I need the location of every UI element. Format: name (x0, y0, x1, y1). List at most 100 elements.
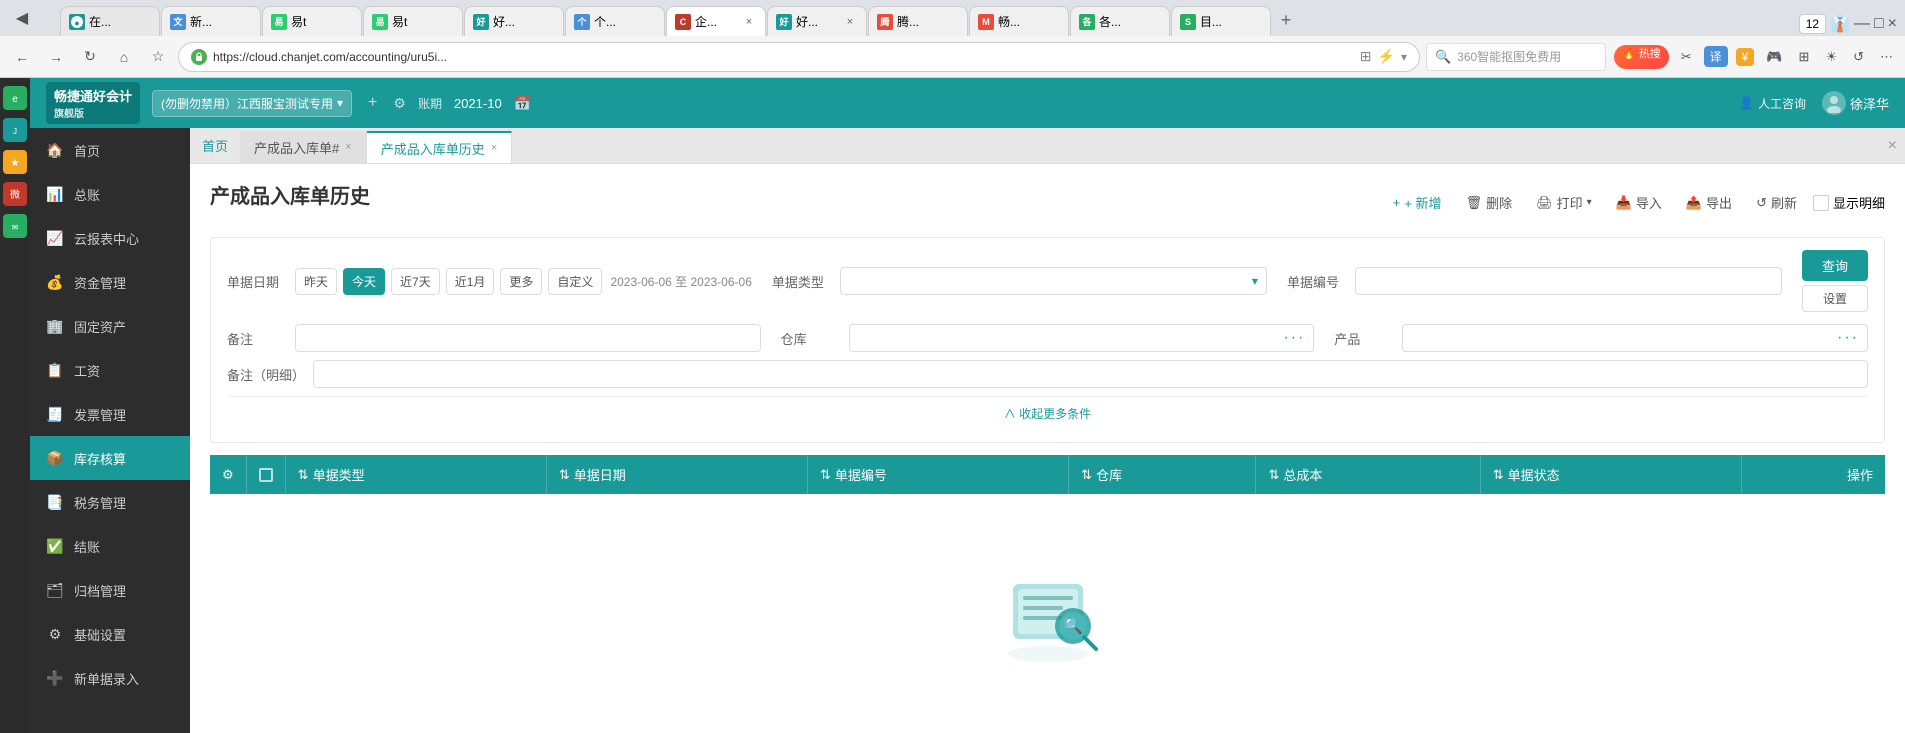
tab-10[interactable]: M 畅... (969, 6, 1069, 36)
hot-search-badge[interactable]: 🔥 热搜 (1614, 45, 1669, 69)
page-tab-history[interactable]: 产成品入库单历史 × (367, 131, 512, 163)
bookmark-button[interactable]: ☆ (144, 43, 172, 71)
maximize-button[interactable]: □ (1874, 15, 1884, 33)
calendar-icon[interactable]: 📅 (514, 95, 531, 112)
sidebar-item-payroll[interactable]: 📋 工资 (30, 348, 190, 392)
search-bar[interactable]: 🔍 360智能抠图免费用 (1426, 43, 1606, 71)
settings-button[interactable]: ⚙ (393, 95, 406, 112)
page-tab-list[interactable]: 产成品入库单# × (240, 131, 367, 163)
tab-4[interactable]: 易 易t (363, 6, 463, 36)
date-btn-yesterday[interactable]: 昨天 (295, 268, 337, 295)
url-bar[interactable]: https://cloud.chanjet.com/accounting/uru… (178, 42, 1420, 72)
col-total-cost[interactable]: ⇅ 总成本 (1256, 455, 1480, 494)
tab-8[interactable]: 好 好... × (767, 6, 867, 36)
sidebar-item-cloud-report[interactable]: 📈 云报表中心 (30, 216, 190, 260)
query-button[interactable]: 查询 (1802, 250, 1868, 281)
breadcrumb-home[interactable]: 首页 (202, 136, 228, 155)
delete-button[interactable]: 🗑 删除 (1458, 189, 1521, 216)
browser-icon-1[interactable]: e (3, 86, 27, 110)
col-gear[interactable]: ⚙ (210, 455, 246, 494)
page-tab-list-close[interactable]: × (345, 141, 351, 153)
tab-11[interactable]: 各 各... (1070, 6, 1170, 36)
sidebar-item-ledger[interactable]: 📊 总账 (30, 172, 190, 216)
browser-icon-4[interactable]: 微 (3, 182, 27, 206)
sidebar-item-fund[interactable]: 💰 资金管理 (30, 260, 190, 304)
sidebar-item-basic-settings[interactable]: ⚙ 基础设置 (30, 612, 190, 656)
col-doc-status[interactable]: ⇅ 单据状态 (1480, 455, 1741, 494)
col-doc-type[interactable]: ⇅ 单据类型 (285, 455, 546, 494)
new-tab-button[interactable]: + (1272, 6, 1300, 34)
remark-input[interactable] (295, 324, 761, 352)
col-doc-no[interactable]: ⇅ 单据编号 (808, 455, 1069, 494)
settings-button-query[interactable]: 设置 (1802, 285, 1868, 312)
back-button[interactable]: ← (8, 43, 36, 71)
add-button[interactable]: + + 新增 (1385, 189, 1450, 216)
lightning-icon[interactable]: ⚡ (1378, 48, 1395, 65)
support-link[interactable]: 👤 人工咨询 (1739, 95, 1806, 112)
grid-tool[interactable]: ⊞ (1795, 49, 1814, 65)
more-tool[interactable]: ⋯ (1876, 49, 1897, 65)
select-all-checkbox[interactable] (259, 468, 273, 482)
sidebar-item-invoice[interactable]: 🧾 发票管理 (30, 392, 190, 436)
sidebar-item-tax[interactable]: 📑 税务管理 (30, 480, 190, 524)
translate-tool[interactable]: 译 (1704, 46, 1728, 67)
tab-9[interactable]: 腾 腾... (868, 6, 968, 36)
import-button[interactable]: 📥 导入 (1608, 189, 1670, 216)
page-tab-history-close[interactable]: × (491, 142, 497, 154)
shirt-icon[interactable]: 👔 (1830, 14, 1850, 34)
grid-icon[interactable]: ⊞ (1360, 48, 1372, 65)
detail-remark-input[interactable] (313, 360, 1868, 388)
date-btn-custom[interactable]: 自定义 (548, 268, 602, 295)
add-company-button[interactable]: + (364, 92, 381, 114)
user-menu[interactable]: 徐泽华 (1822, 91, 1889, 115)
sidebar-item-inventory[interactable]: 📦 库存核算 (30, 436, 190, 480)
sidebar-item-settlement[interactable]: ✅ 结账 (30, 524, 190, 568)
collapse-bar[interactable]: ∧ 收起更多条件 (227, 396, 1868, 430)
col-warehouse[interactable]: ⇅ 仓库 (1069, 455, 1256, 494)
minimize-button[interactable]: — (1854, 15, 1870, 33)
url-dropdown-icon[interactable]: ▾ (1401, 50, 1407, 64)
col-check[interactable] (246, 455, 285, 494)
sidebar-item-new-doc[interactable]: ➕ 新单据录入 (30, 656, 190, 700)
sun-tool[interactable]: ☀ (1821, 49, 1841, 65)
date-btn-7days[interactable]: 近7天 (391, 268, 440, 295)
tab-5[interactable]: 好 好... (464, 6, 564, 36)
home-button[interactable]: ⌂ (110, 43, 138, 71)
display-cols-checkbox[interactable] (1813, 195, 1829, 211)
rotate-tool[interactable]: ↺ (1849, 49, 1868, 65)
browser-icon-3[interactable]: ★ (3, 150, 27, 174)
back-icon[interactable]: ◀ (8, 4, 36, 32)
browser-icon-5[interactable]: ✉ (3, 214, 27, 238)
date-btn-more[interactable]: 更多 (500, 268, 542, 295)
warehouse-select[interactable]: ··· (849, 324, 1315, 352)
tab-8-close[interactable]: × (842, 14, 858, 30)
tab-6[interactable]: 个 个... (565, 6, 665, 36)
refresh-button-main[interactable]: ↺ 刷新 (1748, 189, 1805, 216)
date-btn-1month[interactable]: 近1月 (446, 268, 495, 295)
display-cols-toggle[interactable]: 显示明细 (1813, 193, 1885, 212)
print-button[interactable]: 🖨 打印 ▾ (1528, 189, 1600, 216)
tab-1[interactable]: ● 在... (60, 6, 160, 36)
browser-icon-2[interactable]: J (3, 118, 27, 142)
game-tool[interactable]: 🎮 (1762, 49, 1786, 65)
doc-type-select[interactable]: ▾ (840, 267, 1267, 295)
tab-2[interactable]: 文 新... (161, 6, 261, 36)
tab-12[interactable]: S 目... (1171, 6, 1271, 36)
product-select[interactable]: ··· (1402, 324, 1868, 352)
tab-7[interactable]: C 企... × (666, 6, 766, 36)
sidebar-item-archive[interactable]: 🗂 归档管理 (30, 568, 190, 612)
tab-7-close[interactable]: × (741, 14, 757, 30)
scissors-tool[interactable]: ✂ (1677, 49, 1696, 65)
company-selector[interactable]: (勿删勿禁用）江西服宝测试专用 ▾ (152, 90, 352, 117)
tab-3[interactable]: 易 易t (262, 6, 362, 36)
content-area-close[interactable]: × (1888, 137, 1897, 155)
export-button[interactable]: 📤 导出 (1678, 189, 1740, 216)
sidebar-item-fixed-assets[interactable]: 🏢 固定资产 (30, 304, 190, 348)
date-btn-today[interactable]: 今天 (343, 268, 385, 295)
money-tool[interactable]: ¥ (1736, 48, 1755, 66)
refresh-button[interactable]: ↻ (76, 43, 104, 71)
col-doc-date[interactable]: ⇅ 单据日期 (546, 455, 807, 494)
forward-button[interactable]: → (42, 43, 70, 71)
doc-no-input[interactable] (1355, 267, 1782, 295)
close-window-button[interactable]: × (1888, 15, 1897, 33)
